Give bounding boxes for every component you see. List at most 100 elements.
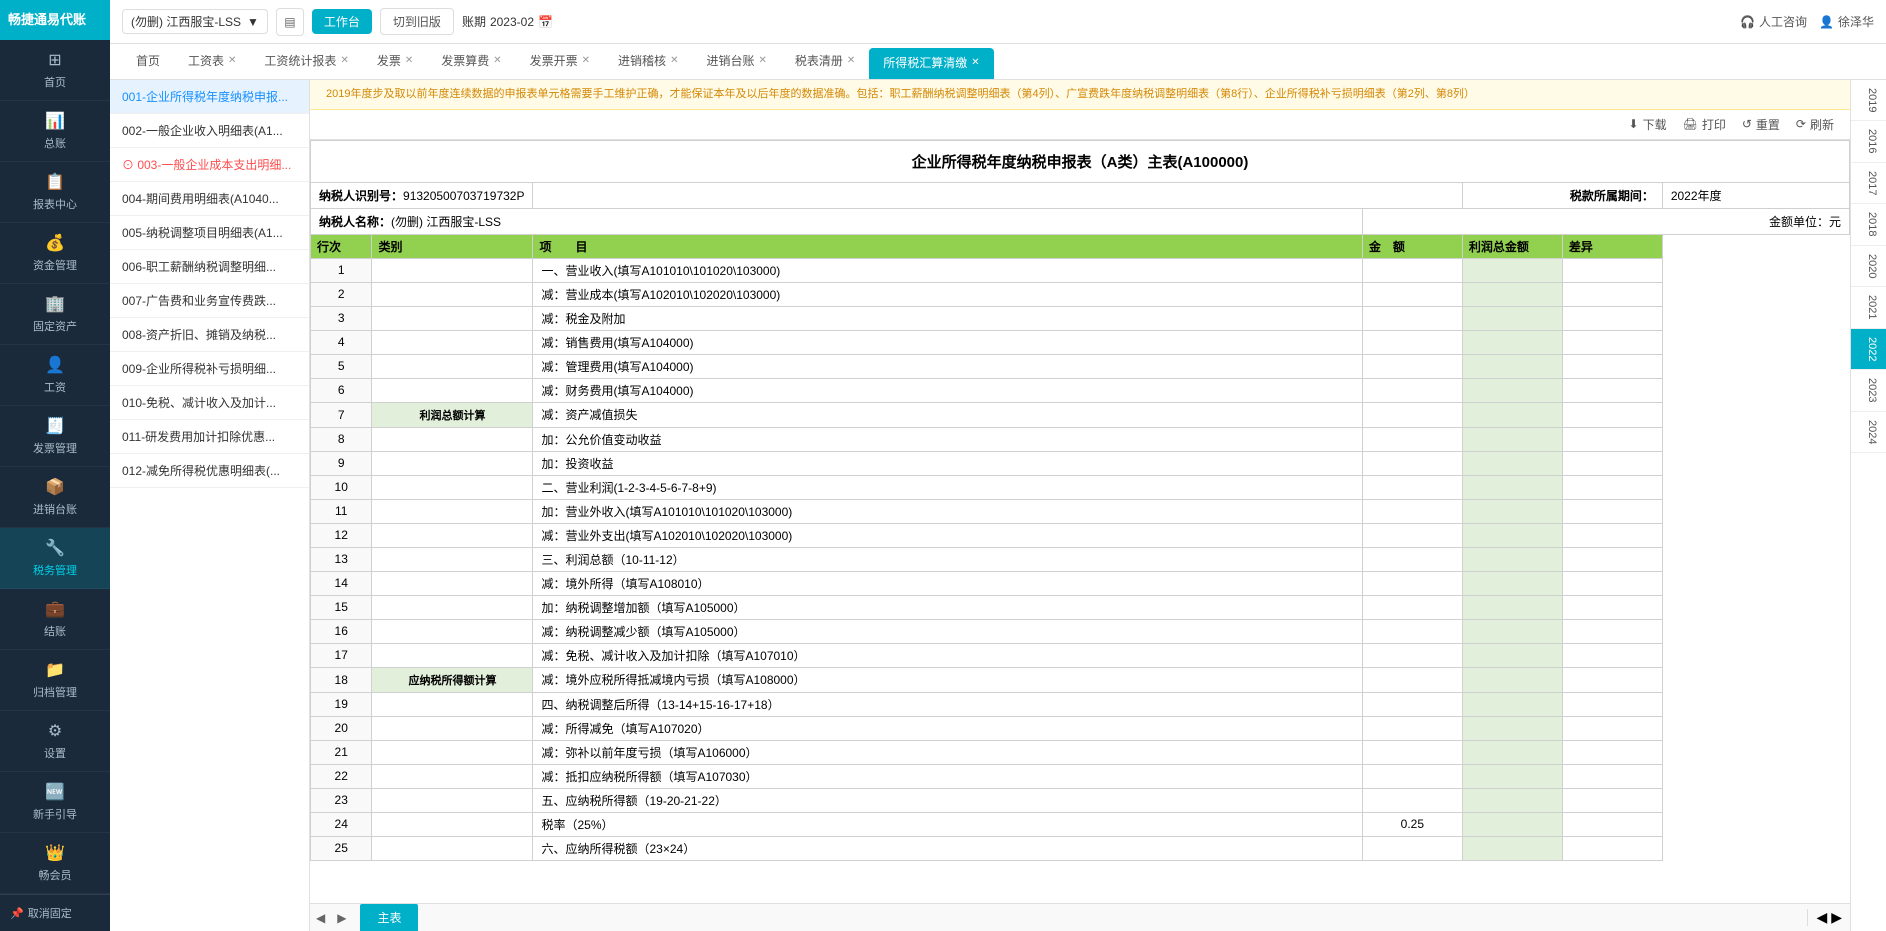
download-button[interactable]: ⬇ 下载	[1629, 116, 1667, 133]
diff-cell[interactable]	[1562, 523, 1662, 547]
sidebar-item-畅会员[interactable]: 👑畅会员	[0, 833, 110, 894]
sheet-nav-left[interactable]: ◀	[310, 911, 331, 925]
diff-cell[interactable]	[1562, 547, 1662, 571]
profit-cell[interactable]	[1462, 354, 1562, 378]
reset-button[interactable]: ↺ 重置	[1742, 116, 1780, 133]
profit-cell[interactable]	[1462, 451, 1562, 475]
profit-cell[interactable]	[1462, 306, 1562, 330]
profit-cell[interactable]	[1462, 764, 1562, 788]
left-panel-item-009[interactable]: 009-企业所得税补亏损明细...	[110, 352, 309, 386]
amount-cell[interactable]	[1362, 547, 1462, 571]
left-panel-item-003[interactable]: ⊙ 003-一般企业成本支出明细...	[110, 148, 309, 182]
diff-cell[interactable]	[1562, 571, 1662, 595]
tab-工资表[interactable]: 工资表✕	[174, 44, 250, 79]
tab-所得税汇算清缴[interactable]: 所得税汇算清缴✕	[869, 48, 993, 79]
amount-cell[interactable]: 0.25	[1362, 812, 1462, 836]
profit-cell[interactable]	[1462, 258, 1562, 282]
tab-close-icon[interactable]: ✕	[228, 55, 236, 66]
profit-cell[interactable]	[1462, 402, 1562, 427]
left-panel-item-002[interactable]: 002-一般企业收入明细表(A1...	[110, 114, 309, 148]
sidebar-item-归档管理[interactable]: 📁归档管理	[0, 650, 110, 711]
tab-close-icon[interactable]: ✕	[971, 57, 979, 68]
amount-cell[interactable]	[1362, 836, 1462, 860]
diff-cell[interactable]	[1562, 667, 1662, 692]
diff-cell[interactable]	[1562, 354, 1662, 378]
profit-cell[interactable]	[1462, 595, 1562, 619]
user-service[interactable]: 🎧 人工咨询	[1740, 13, 1807, 30]
amount-cell[interactable]	[1362, 402, 1462, 427]
left-panel-item-006[interactable]: 006-职工薪酬纳税调整明细...	[110, 250, 309, 284]
left-panel-item-005[interactable]: 005-纳税调整项目明细表(A1...	[110, 216, 309, 250]
amount-cell[interactable]	[1362, 378, 1462, 402]
amount-cell[interactable]	[1362, 499, 1462, 523]
company-selector[interactable]: (勿删) 江西服宝-LSS ▼	[122, 9, 268, 34]
diff-cell[interactable]	[1562, 402, 1662, 427]
year-item-2024[interactable]: 2024	[1851, 412, 1886, 453]
diff-cell[interactable]	[1562, 836, 1662, 860]
tab-发票开票[interactable]: 发票开票✕	[516, 44, 604, 79]
year-item-2022[interactable]: 2022	[1851, 329, 1886, 370]
workbench-button[interactable]: 工作台	[312, 9, 372, 34]
profit-cell[interactable]	[1462, 475, 1562, 499]
tab-首页[interactable]: 首页	[122, 44, 174, 79]
amount-cell[interactable]	[1362, 788, 1462, 812]
left-panel-item-012[interactable]: 012-减免所得税优惠明细表(...	[110, 454, 309, 488]
sidebar-item-新手引导[interactable]: 🆕新手引导	[0, 772, 110, 833]
tab-发票算费[interactable]: 发票算费✕	[427, 44, 515, 79]
profit-cell[interactable]	[1462, 330, 1562, 354]
amount-cell[interactable]	[1362, 571, 1462, 595]
tab-close-icon[interactable]: ✕	[493, 55, 501, 66]
left-panel-item-007[interactable]: 007-广告费和业务宣传费跌...	[110, 284, 309, 318]
diff-cell[interactable]	[1562, 643, 1662, 667]
print-icon-btn[interactable]: ▤	[276, 8, 304, 36]
amount-cell[interactable]	[1362, 451, 1462, 475]
year-item-2018[interactable]: 2018	[1851, 204, 1886, 245]
scroll-right-icon[interactable]: ▶	[1831, 909, 1842, 926]
amount-cell[interactable]	[1362, 764, 1462, 788]
diff-cell[interactable]	[1562, 595, 1662, 619]
tab-close-icon[interactable]: ✕	[340, 55, 348, 66]
year-item-2016[interactable]: 2016	[1851, 121, 1886, 162]
year-item-2020[interactable]: 2020	[1851, 246, 1886, 287]
amount-cell[interactable]	[1362, 427, 1462, 451]
amount-cell[interactable]	[1362, 354, 1462, 378]
profit-cell[interactable]	[1462, 692, 1562, 716]
tab-close-icon[interactable]: ✕	[670, 55, 678, 66]
profit-cell[interactable]	[1462, 571, 1562, 595]
sheet-wrapper[interactable]: 企业所得税年度纳税申报表（A类）主表(A100000)纳税人识别号：913205…	[310, 140, 1850, 904]
diff-cell[interactable]	[1562, 619, 1662, 643]
left-panel-item-004[interactable]: 004-期间费用明细表(A1040...	[110, 182, 309, 216]
profit-cell[interactable]	[1462, 427, 1562, 451]
diff-cell[interactable]	[1562, 692, 1662, 716]
tab-close-icon[interactable]: ✕	[405, 55, 413, 66]
print-button[interactable]: 🖨 打印	[1683, 116, 1726, 133]
profit-cell[interactable]	[1462, 667, 1562, 692]
tab-close-icon[interactable]: ✕	[582, 55, 590, 66]
sidebar-footer[interactable]: 📌 取消固定	[0, 894, 110, 931]
amount-cell[interactable]	[1362, 475, 1462, 499]
year-item-2019[interactable]: 2019	[1851, 80, 1886, 121]
diff-cell[interactable]	[1562, 330, 1662, 354]
diff-cell[interactable]	[1562, 740, 1662, 764]
diff-cell[interactable]	[1562, 788, 1662, 812]
tab-发票[interactable]: 发票✕	[363, 44, 427, 79]
profit-cell[interactable]	[1462, 378, 1562, 402]
diff-cell[interactable]	[1562, 378, 1662, 402]
sidebar-item-资金管理[interactable]: 💰资金管理	[0, 223, 110, 284]
profit-cell[interactable]	[1462, 716, 1562, 740]
amount-cell[interactable]	[1362, 595, 1462, 619]
profit-cell[interactable]	[1462, 499, 1562, 523]
year-item-2017[interactable]: 2017	[1851, 163, 1886, 204]
year-item-2021[interactable]: 2021	[1851, 287, 1886, 328]
profit-cell[interactable]	[1462, 523, 1562, 547]
sidebar-item-税务管理[interactable]: 🔧税务管理	[0, 528, 110, 589]
amount-cell[interactable]	[1362, 692, 1462, 716]
sidebar-item-进销台账[interactable]: 📦进销台账	[0, 467, 110, 528]
amount-cell[interactable]	[1362, 330, 1462, 354]
sheet-tab-主表[interactable]: 主表	[360, 904, 418, 931]
switch-old-button[interactable]: 切到旧版	[380, 8, 454, 35]
profit-cell[interactable]	[1462, 547, 1562, 571]
tab-工资统计报表[interactable]: 工资统计报表✕	[250, 44, 362, 79]
tab-close-icon[interactable]: ✕	[847, 55, 855, 66]
refresh-button[interactable]: ⟳ 刷新	[1796, 116, 1834, 133]
